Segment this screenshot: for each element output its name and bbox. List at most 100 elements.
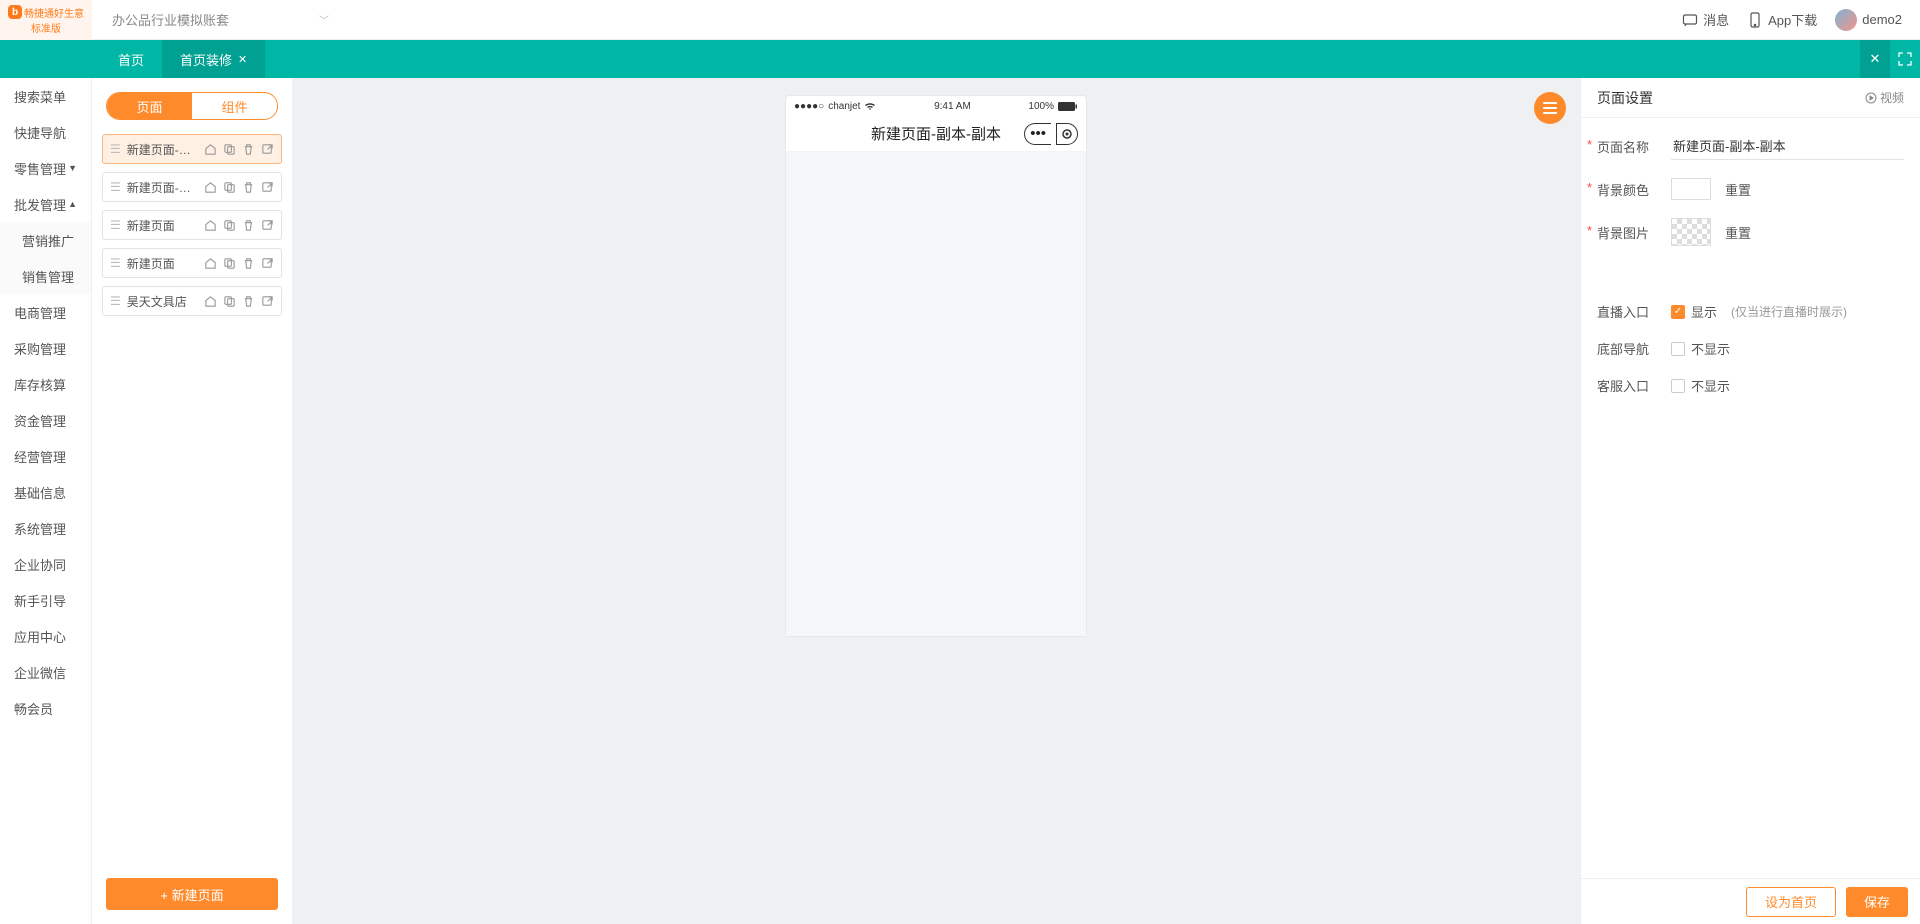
sidenav-item[interactable]: 新手引导 <box>0 582 91 618</box>
sidenav-item[interactable]: 零售管理▼ <box>0 150 91 186</box>
page-list-item[interactable]: ☰新建页面 <box>102 210 282 240</box>
label-bg-image: 背景图片 <box>1597 223 1657 242</box>
copy-icon[interactable] <box>222 180 236 194</box>
cs-checkbox[interactable]: 不显示 <box>1671 376 1730 395</box>
user-menu[interactable]: demo2 <box>1835 9 1902 31</box>
drag-icon: ☰ <box>110 256 121 270</box>
page-list-item[interactable]: ☰新建页面-副本 <box>102 172 282 202</box>
copy-icon[interactable] <box>222 294 236 308</box>
sidenav-item[interactable]: 电商管理 <box>0 294 91 330</box>
share-icon[interactable] <box>260 142 274 156</box>
fullscreen-button[interactable] <box>1890 40 1920 78</box>
page-list-item[interactable]: ☰昊天文具店 <box>102 286 282 316</box>
topbar: b 畅捷通好生意 标准版 办公品行业模拟账套 ﹀ 消息 App下载 demo2 <box>0 0 1920 40</box>
sidenav-item[interactable]: 应用中心 <box>0 618 91 654</box>
segment-page[interactable]: 页面 <box>107 93 192 119</box>
sidenav-item[interactable]: 资金管理 <box>0 402 91 438</box>
reset-bgimg-button[interactable]: 重置 <box>1725 223 1751 242</box>
set-home-button[interactable]: 设为首页 <box>1746 887 1836 917</box>
share-icon[interactable] <box>260 294 274 308</box>
page-list-item[interactable]: ☰新建页面-副本... <box>102 134 282 164</box>
phone-status-bar: ●●●●○ chanjet 9:41 AM 100% <box>786 96 1086 116</box>
sidenav-item[interactable]: 企业微信 <box>0 654 91 690</box>
reset-bgcolor-button[interactable]: 重置 <box>1725 180 1751 199</box>
home-icon[interactable] <box>203 294 217 308</box>
tab-home[interactable]: 首页 <box>100 40 162 78</box>
phone-body[interactable] <box>786 152 1086 636</box>
sidenav-item[interactable]: 采购管理 <box>0 330 91 366</box>
home-icon[interactable] <box>203 180 217 194</box>
save-button[interactable]: 保存 <box>1846 887 1908 917</box>
account-selector[interactable]: 办公品行业模拟账套 ﹀ <box>112 10 329 29</box>
copy-icon[interactable] <box>222 142 236 156</box>
miniapp-menu-icon: ••• <box>1024 123 1051 145</box>
label-page-name: 页面名称 <box>1597 137 1657 156</box>
side-nav: 搜索菜单快捷导航零售管理▼批发管理▲营销推广销售管理电商管理采购管理库存核算资金… <box>0 78 92 924</box>
canvas: ●●●●○ chanjet 9:41 AM 100% 新建页面-副本-副本 <box>292 78 1580 924</box>
signal-icon: ●●●●○ <box>794 101 824 112</box>
home-icon[interactable] <box>203 218 217 232</box>
delete-icon[interactable] <box>241 256 255 270</box>
sidenav-item[interactable]: 库存核算 <box>0 366 91 402</box>
messages-button[interactable]: 消息 <box>1682 10 1729 29</box>
share-icon[interactable] <box>260 218 274 232</box>
phone-time: 9:41 AM <box>934 101 971 112</box>
battery-icon <box>1058 102 1078 111</box>
new-page-button[interactable]: + 新建页面 <box>106 878 278 910</box>
delete-icon[interactable] <box>241 142 255 156</box>
phone-nav: 新建页面-副本-副本 ••• <box>786 116 1086 152</box>
delete-icon[interactable] <box>241 294 255 308</box>
drag-icon: ☰ <box>110 180 121 194</box>
logo-icon: b <box>8 5 22 19</box>
home-icon[interactable] <box>203 256 217 270</box>
sidenav-item[interactable]: 基础信息 <box>0 474 91 510</box>
page-list-item[interactable]: ☰新建页面 <box>102 248 282 278</box>
avatar <box>1835 9 1857 31</box>
video-help-button[interactable]: 视频 <box>1865 89 1904 106</box>
brand-name: 畅捷通好生意 <box>24 5 84 20</box>
logo: b 畅捷通好生意 标准版 <box>0 0 92 40</box>
app-download-button[interactable]: App下载 <box>1747 10 1817 29</box>
toggle-panel-button[interactable] <box>1534 92 1566 124</box>
label-bottom-nav: 底部导航 <box>1597 339 1657 358</box>
label-live-entry: 直播入口 <box>1597 302 1657 321</box>
settings-panel: 页面设置 视频 页面名称 背景颜色 重置 <box>1580 78 1920 924</box>
settings-footer: 设为首页 保存 <box>1581 878 1920 924</box>
sidenav-item[interactable]: 销售管理 <box>0 258 91 294</box>
label-bg-color: 背景颜色 <box>1597 180 1657 199</box>
delete-icon[interactable] <box>241 218 255 232</box>
delete-icon[interactable] <box>241 180 255 194</box>
sidenav-item[interactable]: 经营管理 <box>0 438 91 474</box>
segment-control: 页面 组件 <box>106 92 278 120</box>
page-list-panel: 页面 组件 ☰新建页面-副本... ☰新建页面-副本 ☰新建页面 ☰新建页面 ☰昊天文具… <box>92 78 292 924</box>
copy-icon[interactable] <box>222 256 236 270</box>
home-icon[interactable] <box>203 142 217 156</box>
share-icon[interactable] <box>260 256 274 270</box>
phone-title: 新建页面-副本-副本 <box>871 123 1001 144</box>
drag-icon: ☰ <box>110 142 121 156</box>
drag-icon: ☰ <box>110 218 121 232</box>
caret-icon: ▼ <box>68 163 77 173</box>
live-show-checkbox[interactable]: ✓显示 <box>1671 302 1717 321</box>
page-name-input[interactable] <box>1671 132 1904 160</box>
sidenav-item[interactable]: 搜索菜单 <box>0 78 91 114</box>
sidenav-item[interactable]: 系统管理 <box>0 510 91 546</box>
sidenav-item[interactable]: 畅会员 <box>0 690 91 726</box>
share-icon[interactable] <box>260 180 274 194</box>
bg-image-picker[interactable] <box>1671 218 1711 246</box>
sidenav-item[interactable]: 批发管理▲ <box>0 186 91 222</box>
close-icon[interactable]: ✕ <box>238 53 247 66</box>
tab-close-button[interactable]: ✕ <box>1860 40 1890 78</box>
sidenav-item[interactable]: 快捷导航 <box>0 114 91 150</box>
message-icon <box>1682 12 1698 28</box>
phone-icon <box>1747 12 1763 28</box>
tab-page-decor[interactable]: 首页装修✕ <box>162 40 265 78</box>
wifi-icon <box>864 101 876 111</box>
bg-color-swatch[interactable] <box>1671 178 1711 200</box>
segment-component[interactable]: 组件 <box>192 93 277 119</box>
bottomnav-checkbox[interactable]: 不显示 <box>1671 339 1730 358</box>
settings-title: 页面设置 <box>1597 88 1653 108</box>
copy-icon[interactable] <box>222 218 236 232</box>
sidenav-item[interactable]: 营销推广 <box>0 222 91 258</box>
sidenav-item[interactable]: 企业协同 <box>0 546 91 582</box>
